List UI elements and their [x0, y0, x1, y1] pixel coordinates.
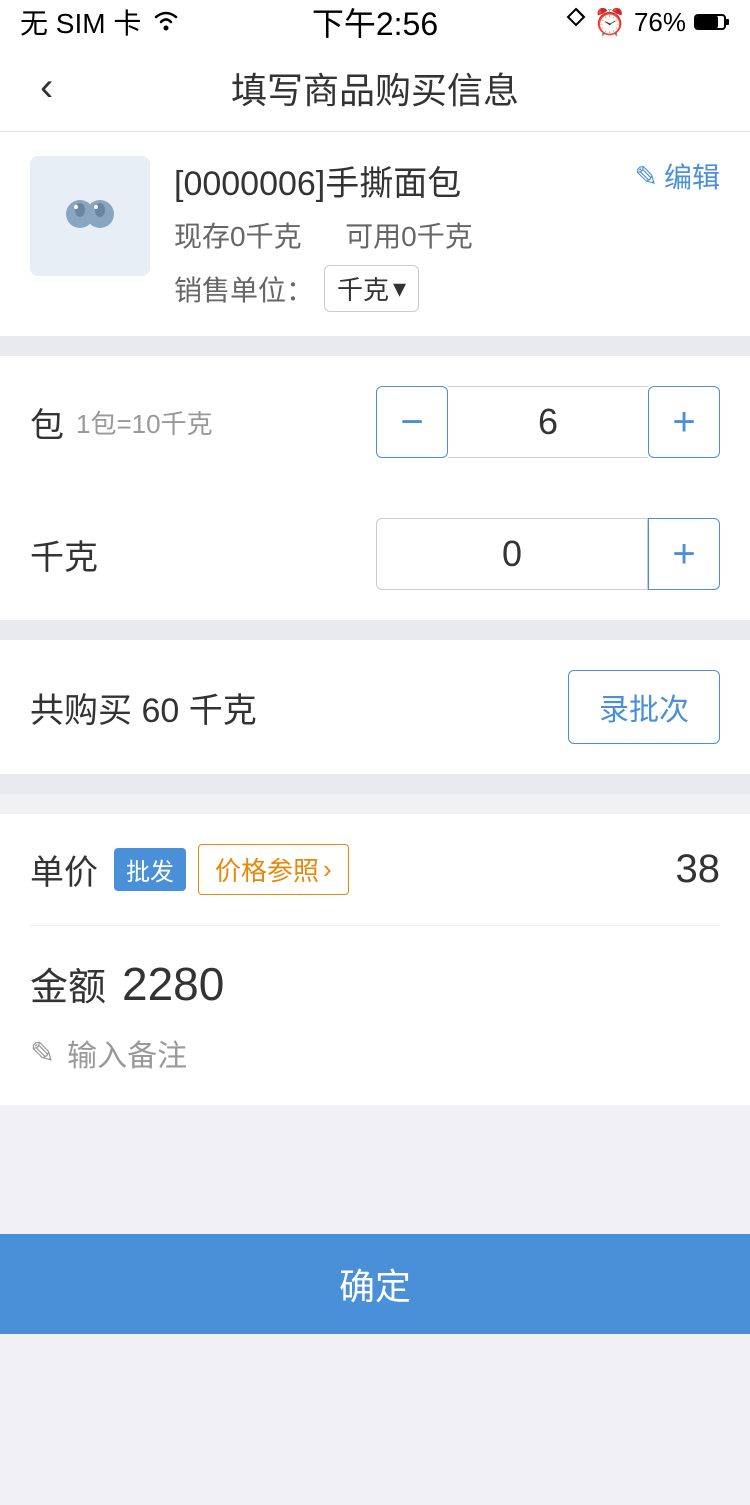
pack-plus-button[interactable]: + [648, 386, 720, 458]
kg-stepper: + [376, 518, 720, 590]
edit-icon: ✎ [635, 160, 658, 193]
pack-minus-button[interactable]: − [376, 386, 448, 458]
divider-1 [0, 336, 750, 356]
chevron-right-icon: › [323, 854, 332, 885]
amount-section: 金额 2280 ✎ 输入备注 [0, 926, 750, 1105]
status-time: 下午2:56 [312, 0, 438, 45]
unit-select[interactable]: 千克 ▾ [324, 265, 419, 312]
price-tag: 批发 [114, 848, 186, 891]
total-row: 共购买 60 千克 录批次 [0, 640, 750, 774]
back-button[interactable]: ‹ [30, 55, 63, 120]
battery-text: 76% [634, 7, 686, 38]
wifi-icon [151, 6, 181, 38]
status-left: 无 SIM 卡 [20, 2, 181, 42]
kg-plus-button[interactable]: + [648, 518, 720, 590]
pack-hint: 1包=10千克 [76, 404, 376, 441]
product-stock: 现存0千克 可用0千克 [174, 215, 720, 255]
location-icon [566, 7, 586, 38]
total-unit: 千克 [189, 692, 257, 730]
note-placeholder: 输入备注 [67, 1031, 187, 1075]
pack-label: 包 [30, 398, 64, 447]
product-card: [0000006]手撕面包 现存0千克 可用0千克 销售单位： 千克 ▾ ✎ 编… [0, 132, 750, 336]
divider-3 [0, 774, 750, 794]
divider-2 [0, 620, 750, 640]
amount-label: 金额 [30, 956, 106, 1011]
pack-input[interactable] [448, 386, 648, 458]
total-text: 共购买 60 千克 [30, 683, 257, 732]
battery-icon [694, 7, 730, 38]
price-ref-button[interactable]: 价格参照 › [198, 844, 349, 895]
pack-stepper: − + [376, 386, 720, 458]
price-row: 单价 批发 价格参照 › 38 [30, 844, 720, 926]
note-row[interactable]: ✎ 输入备注 [30, 1031, 720, 1075]
note-icon: ✎ [30, 1036, 55, 1071]
amount-row: 金额 2280 [30, 956, 720, 1011]
amount-value: 2280 [122, 957, 224, 1011]
product-unit: 销售单位： 千克 ▾ [174, 265, 720, 312]
carrier-text: 无 SIM 卡 [20, 2, 141, 42]
total-amount: 60 [141, 692, 179, 730]
price-value: 38 [676, 847, 721, 892]
product-thumbnail [30, 156, 150, 276]
edit-button[interactable]: ✎ 编辑 [635, 156, 720, 196]
alarm-icon: ⏰ [594, 7, 626, 38]
kg-section: 千克 + [0, 488, 750, 620]
pack-section: 包 1包=10千克 − + [0, 356, 750, 488]
nav-bar: ‹ 填写商品购买信息 [0, 44, 750, 132]
status-right: ⏰ 76% [566, 7, 730, 38]
kg-row: 千克 + [30, 488, 720, 620]
page-title: 填写商品购买信息 [231, 62, 519, 114]
kg-label: 千克 [30, 530, 98, 579]
pack-row: 包 1包=10千克 − + [30, 356, 720, 488]
price-label: 单价 [30, 845, 98, 894]
status-bar: 无 SIM 卡 下午2:56 ⏰ 76% [0, 0, 750, 44]
confirm-button-label: 确定 [339, 1258, 411, 1310]
confirm-bar[interactable]: 确定 [0, 1234, 750, 1334]
batch-button[interactable]: 录批次 [568, 670, 720, 744]
kg-input[interactable] [376, 518, 648, 590]
price-section: 单价 批发 价格参照 › 38 [0, 814, 750, 926]
